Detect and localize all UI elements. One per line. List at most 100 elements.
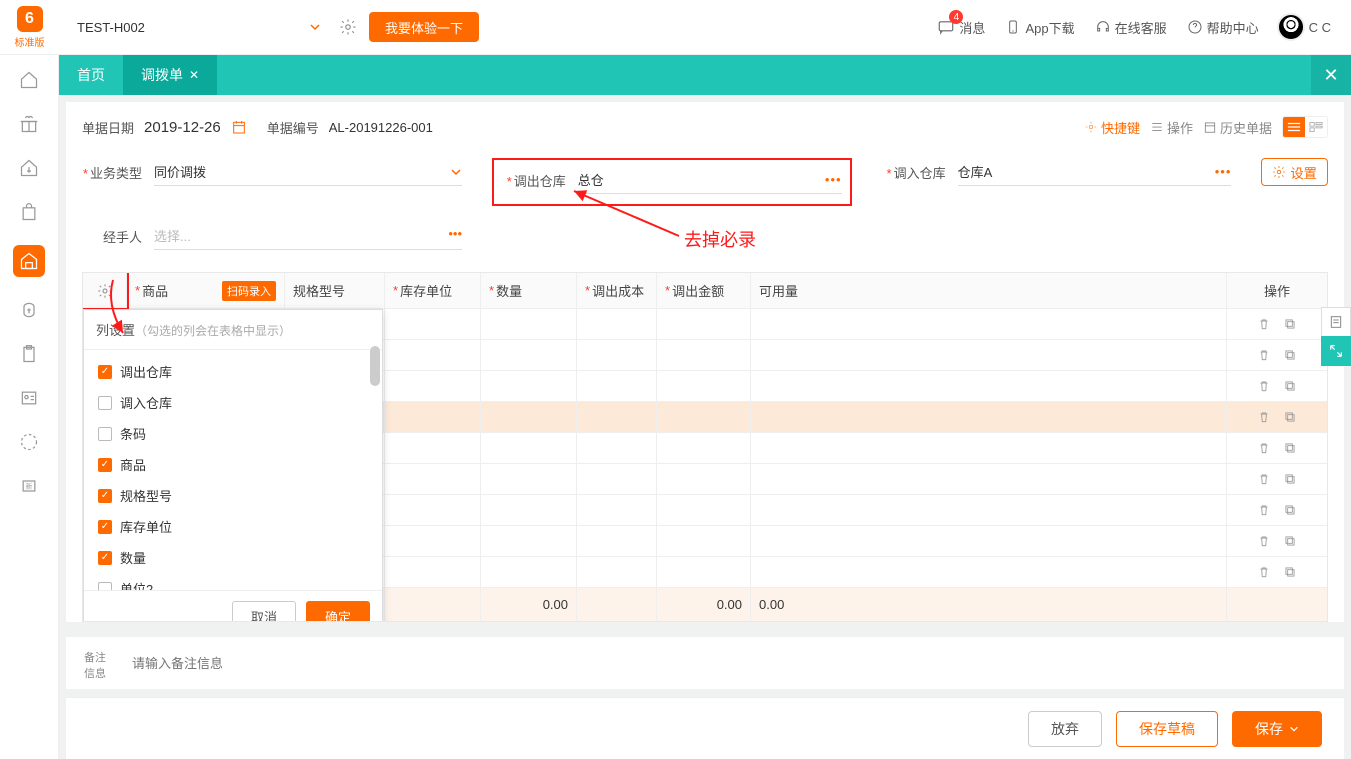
in-warehouse-field[interactable]: *调入仓库 仓库A ••• (882, 158, 1232, 186)
ops-label: 操作 (1167, 118, 1193, 137)
remark-label: 备注信息 (84, 649, 112, 681)
sidebar-new-icon[interactable]: 新 (18, 475, 40, 497)
sidebar-money-icon[interactable] (18, 299, 40, 321)
checkbox-icon[interactable]: ✓ (98, 458, 112, 472)
column-option[interactable]: ✓数量 (88, 542, 378, 573)
scrollbar-thumb[interactable] (370, 346, 380, 386)
tab-transfer[interactable]: 调拨单 ✕ (123, 55, 217, 95)
calendar-icon[interactable] (231, 119, 247, 135)
tab-home[interactable]: 首页 (59, 55, 123, 95)
column-settings-button[interactable] (83, 273, 127, 308)
org-selector[interactable]: TEST-H002 (77, 11, 327, 43)
column-option[interactable]: ✓规格型号 (88, 480, 378, 511)
expand-float-icon[interactable] (1321, 336, 1351, 366)
delete-icon[interactable] (1257, 565, 1271, 579)
copy-icon[interactable] (1283, 441, 1297, 455)
save-draft-button[interactable]: 保存草稿 (1116, 711, 1218, 747)
svg-text:新: 新 (26, 482, 33, 491)
save-button-label: 保存 (1255, 719, 1283, 739)
column-option[interactable]: ✓库存单位 (88, 511, 378, 542)
delete-icon[interactable] (1257, 503, 1271, 517)
footer-qty: 0.00 (481, 588, 577, 621)
tabs-close-all[interactable]: ✕ (1311, 55, 1351, 95)
checkbox-icon[interactable] (98, 582, 112, 591)
checkbox-icon[interactable]: ✓ (98, 489, 112, 503)
sidebar-dots-icon[interactable] (18, 431, 40, 453)
column-option[interactable]: ✓调出仓库 (88, 356, 378, 387)
shortcut-label: 快捷键 (1101, 118, 1140, 137)
delete-icon[interactable] (1257, 410, 1271, 424)
user-name[interactable]: C C (1309, 20, 1331, 35)
copy-icon[interactable] (1283, 565, 1297, 579)
copy-icon[interactable] (1283, 410, 1297, 424)
sidebar-warehouse-icon[interactable] (13, 245, 45, 277)
cancel-button[interactable]: 取消 (232, 601, 296, 622)
shortcut-link[interactable]: 快捷键 (1084, 118, 1140, 137)
delete-icon[interactable] (1257, 472, 1271, 486)
out-warehouse-field[interactable]: *调出仓库 总仓 ••• (492, 158, 852, 206)
remark-input[interactable] (132, 656, 1326, 671)
copy-icon[interactable] (1283, 317, 1297, 331)
messages-link[interactable]: 4 消息 (937, 18, 985, 37)
messages-label: 消息 (959, 18, 985, 37)
sidebar-gift-icon[interactable] (18, 113, 40, 135)
delete-icon[interactable] (1257, 348, 1271, 362)
history-link[interactable]: 历史单据 (1203, 118, 1272, 137)
online-service-link[interactable]: 在线客服 (1095, 18, 1167, 37)
avatar[interactable] (1277, 13, 1305, 41)
column-option-label: 调入仓库 (120, 393, 172, 412)
out-warehouse-value: 总仓 (578, 170, 604, 189)
history-label: 历史单据 (1220, 118, 1272, 137)
th-spec: 规格型号 (285, 273, 385, 308)
more-icon[interactable]: ••• (448, 226, 462, 245)
out-warehouse-label: 调出仓库 (514, 174, 566, 189)
view-list-icon[interactable] (1283, 117, 1305, 137)
help-center-link[interactable]: 帮助中心 (1187, 18, 1259, 37)
sidebar-id-icon[interactable] (18, 387, 40, 409)
save-button[interactable]: 保存 (1232, 711, 1322, 747)
content: 单据日期 2019-12-26 单据编号 AL-20191226-001 快捷键… (66, 102, 1344, 622)
ops-link[interactable]: 操作 (1150, 118, 1193, 137)
copy-icon[interactable] (1283, 379, 1297, 393)
topbar: 6 标准版 TEST-H002 我要体验一下 4 消息 App下载 在线客服 (0, 0, 1351, 55)
more-icon[interactable]: ••• (825, 172, 842, 187)
delete-icon[interactable] (1257, 317, 1271, 331)
delete-icon[interactable] (1257, 379, 1271, 393)
copy-icon[interactable] (1283, 472, 1297, 486)
checkbox-icon[interactable]: ✓ (98, 520, 112, 534)
trial-button[interactable]: 我要体验一下 (369, 12, 479, 42)
sidebar-home-icon[interactable] (18, 69, 40, 91)
checkbox-icon[interactable] (98, 427, 112, 441)
th-amount: *调出金额 (657, 273, 751, 308)
sidebar-bag-icon[interactable] (18, 201, 40, 223)
sidebar-clip-icon[interactable] (18, 343, 40, 365)
copy-icon[interactable] (1283, 534, 1297, 548)
logo-icon: 6 (17, 6, 43, 32)
more-icon[interactable]: ••• (1215, 164, 1232, 179)
date-value[interactable]: 2019-12-26 (144, 119, 221, 136)
copy-icon[interactable] (1283, 503, 1297, 517)
note-float-icon[interactable] (1321, 307, 1351, 337)
delete-icon[interactable] (1257, 441, 1271, 455)
column-option[interactable]: ✓商品 (88, 449, 378, 480)
app-download-link[interactable]: App下载 (1005, 18, 1074, 37)
settings-button[interactable]: 设置 (1261, 158, 1328, 186)
biz-type-field[interactable]: *业务类型 同价调拨 (82, 158, 462, 186)
delete-icon[interactable] (1257, 534, 1271, 548)
checkbox-icon[interactable] (98, 396, 112, 410)
sidebar-in-icon[interactable] (18, 157, 40, 179)
column-option[interactable]: 单位2 (88, 573, 378, 590)
handler-label: 经手人 (82, 227, 142, 246)
copy-icon[interactable] (1283, 348, 1297, 362)
ok-button[interactable]: 确定 (306, 601, 370, 622)
close-icon[interactable]: ✕ (189, 68, 199, 82)
handler-field[interactable]: 经手人 选择... ••• (82, 222, 462, 250)
discard-button[interactable]: 放弃 (1028, 711, 1102, 747)
gear-icon[interactable] (339, 18, 357, 36)
checkbox-icon[interactable]: ✓ (98, 365, 112, 379)
column-option[interactable]: 调入仓库 (88, 387, 378, 418)
checkbox-icon[interactable]: ✓ (98, 551, 112, 565)
scan-input-button[interactable]: 扫码录入 (222, 281, 276, 301)
th-qty: *数量 (481, 273, 577, 308)
column-option[interactable]: 条码 (88, 418, 378, 449)
